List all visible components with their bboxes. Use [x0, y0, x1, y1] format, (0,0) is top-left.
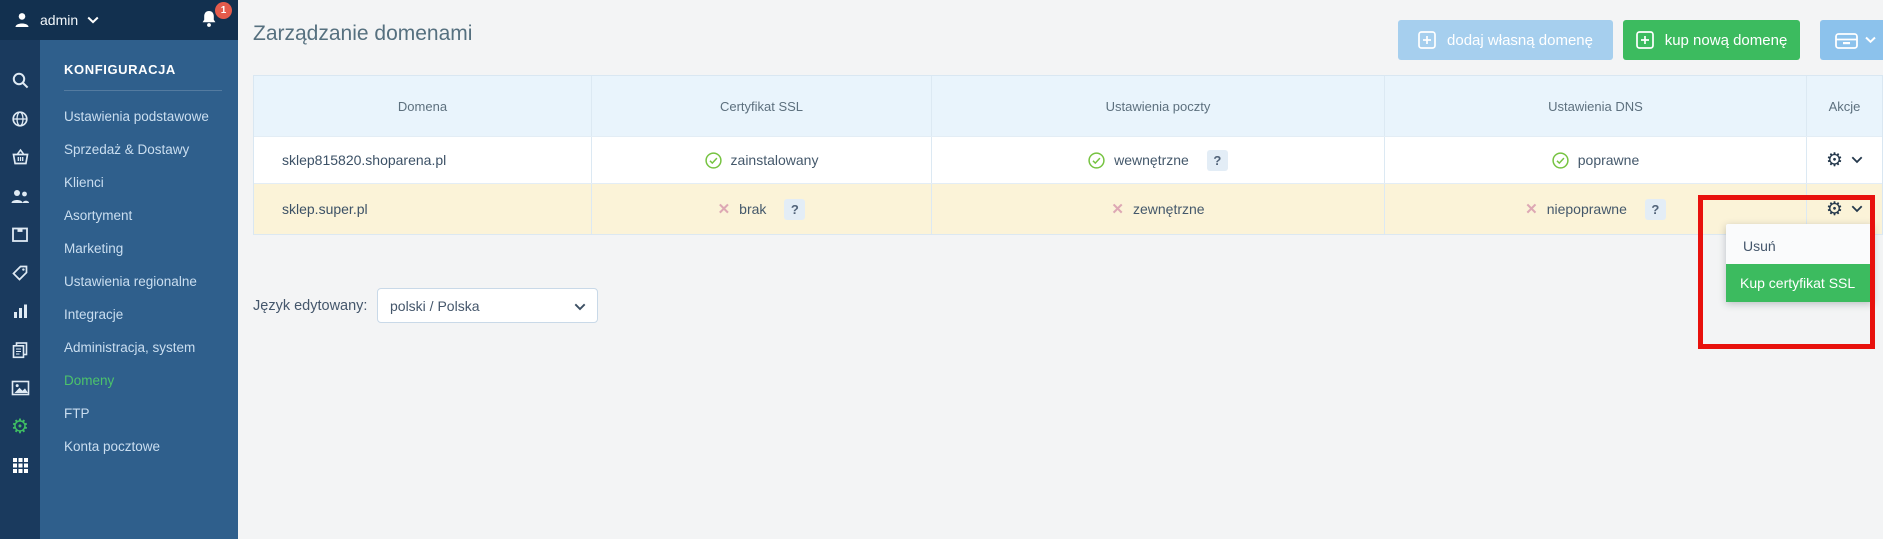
page-title: Zarządzanie domenami: [253, 22, 473, 45]
ssl-status-cell: zainstalowany: [591, 137, 931, 183]
table-header-row: Domena Certyfikat SSL Ustawienia poczty …: [254, 76, 1882, 136]
add-own-domain-label: dodaj własną domenę: [1447, 31, 1593, 49]
x-icon: ✕: [1111, 201, 1124, 218]
mail-status-label: wewnętrzne: [1114, 152, 1189, 168]
buy-new-domain-button[interactable]: kup nową domenę: [1623, 20, 1800, 60]
mail-status-label: zewnętrzne: [1132, 201, 1205, 217]
chevron-down-icon: [1851, 205, 1863, 213]
user-icon: [13, 11, 31, 29]
help-badge[interactable]: ?: [1206, 149, 1228, 171]
username: admin: [40, 12, 79, 28]
icon-rail: ⚙: [0, 40, 40, 539]
language-select[interactable]: polski / Polska: [377, 288, 598, 323]
documents-icon[interactable]: [0, 334, 40, 366]
domains-table: Domena Certyfikat SSL Ustawienia poczty …: [253, 75, 1883, 235]
ssl-status-label: brak: [739, 201, 767, 217]
context-menu-delete[interactable]: Usuń: [1726, 230, 1873, 262]
sidebar-list: Ustawienia podstawowe Sprzedaż & Dostawy…: [40, 100, 238, 463]
sidebar-item-klienci[interactable]: Klienci: [40, 166, 238, 199]
sidebar-item-marketing[interactable]: Marketing: [40, 232, 238, 265]
language-value: polski / Polska: [390, 297, 480, 314]
settings-gear-icon[interactable]: ⚙: [0, 411, 40, 443]
orders-box-icon[interactable]: [0, 218, 40, 250]
ssl-status-label: zainstalowany: [730, 152, 819, 168]
column-header-ustawienia-poczty: Ustawienia poczty: [931, 76, 1384, 136]
media-image-icon[interactable]: [0, 372, 40, 404]
sidebar-item-domeny[interactable]: Domeny: [40, 364, 238, 397]
app-root: admin 1 ⚙ KONFIGURACJA Ustawienia podsta…: [0, 0, 1883, 539]
stats-chart-icon[interactable]: [0, 295, 40, 327]
sidebar-item-sprzedaz-dostawy[interactable]: Sprzedaż & Dostawy: [40, 133, 238, 166]
dns-status-label: niepoprawne: [1546, 201, 1627, 217]
column-header-certyfikat-ssl: Certyfikat SSL: [591, 76, 931, 136]
mail-status-cell: ✕ zewnętrzne: [931, 184, 1384, 234]
table-row-highlighted: sklep.super.pl ✕ brak ? ✕ zewnętrzne ✕ n…: [254, 183, 1882, 234]
globe-icon[interactable]: [0, 103, 40, 135]
sidebar-item-ftp[interactable]: FTP: [40, 397, 238, 430]
actions-cell: ⚙: [1806, 137, 1882, 183]
ssl-status-cell: ✕ brak ?: [591, 184, 931, 234]
plus-square-icon: [1635, 31, 1654, 49]
x-icon: ✕: [717, 201, 731, 218]
notification-bell[interactable]: 1: [199, 2, 232, 35]
buy-new-domain-label: kup nową domenę: [1664, 31, 1788, 49]
help-badge[interactable]: ?: [1644, 198, 1666, 220]
language-label: Język edytowany:: [253, 298, 368, 314]
sidebar-item-administracja-system[interactable]: Administracja, system: [40, 331, 238, 364]
column-header-ustawienia-dns: Ustawienia DNS: [1384, 76, 1806, 136]
x-icon: ✕: [1525, 201, 1538, 218]
search-icon[interactable]: [0, 64, 40, 96]
apps-grid-icon[interactable]: [0, 449, 40, 481]
row-actions-dropdown[interactable]: ⚙: [1826, 151, 1863, 170]
mail-status-cell: wewnętrzne ?: [931, 137, 1384, 183]
dns-status-label: poprawne: [1577, 152, 1640, 168]
sidebar-item-integracje[interactable]: Integracje: [40, 298, 238, 331]
chevron-down-icon: [1851, 156, 1863, 164]
domain-name: sklep815820.shoparena.pl: [282, 152, 447, 168]
chevron-down-icon: [574, 303, 586, 311]
sidebar-section-title: KONFIGURACJA: [64, 62, 222, 91]
chevron-down-icon: [1864, 36, 1876, 44]
column-header-akcje: Akcje: [1806, 76, 1882, 136]
help-badge[interactable]: ?: [784, 198, 806, 220]
sidebar-item-ustawienia-regionalne[interactable]: Ustawienia regionalne: [40, 265, 238, 298]
plus-square-icon: [1418, 31, 1436, 49]
add-own-domain-button[interactable]: dodaj własną domenę: [1398, 20, 1613, 60]
topbar: admin 1: [0, 0, 238, 40]
check-circle-icon: [704, 151, 722, 169]
check-circle-icon: [1552, 151, 1569, 169]
row-actions-dropdown[interactable]: ⚙: [1826, 200, 1863, 219]
gear-icon: ⚙: [1825, 198, 1844, 220]
export-menu-button[interactable]: [1820, 20, 1883, 60]
gear-icon: ⚙: [1825, 149, 1844, 171]
column-header-domena: Domena: [397, 98, 448, 114]
sidebar-item-asortyment[interactable]: Asortyment: [40, 199, 238, 232]
chevron-down-icon: [87, 16, 99, 24]
check-circle-icon: [1088, 151, 1105, 169]
archive-icon: [1834, 31, 1858, 50]
sidebar-item-konta-pocztowe[interactable]: Konta pocztowe: [40, 430, 238, 463]
dns-status-cell: poprawne: [1384, 137, 1806, 183]
sidebar-menu: KONFIGURACJA Ustawienia podstawowe Sprze…: [40, 40, 238, 539]
domain-name: sklep.super.pl: [282, 201, 368, 217]
user-menu[interactable]: admin: [13, 0, 99, 40]
basket-icon[interactable]: [0, 141, 40, 173]
actions-context-menu: Usuń Kup certyfikat SSL: [1726, 224, 1873, 302]
tag-icon[interactable]: [0, 257, 40, 289]
customers-icon[interactable]: [0, 180, 40, 212]
context-menu-buy-ssl[interactable]: Kup certyfikat SSL: [1726, 264, 1873, 302]
sidebar-item-ustawienia-podstawowe[interactable]: Ustawienia podstawowe: [40, 100, 238, 133]
table-row: sklep815820.shoparena.pl zainstalowany w…: [254, 136, 1882, 183]
notification-badge: 1: [215, 2, 232, 19]
